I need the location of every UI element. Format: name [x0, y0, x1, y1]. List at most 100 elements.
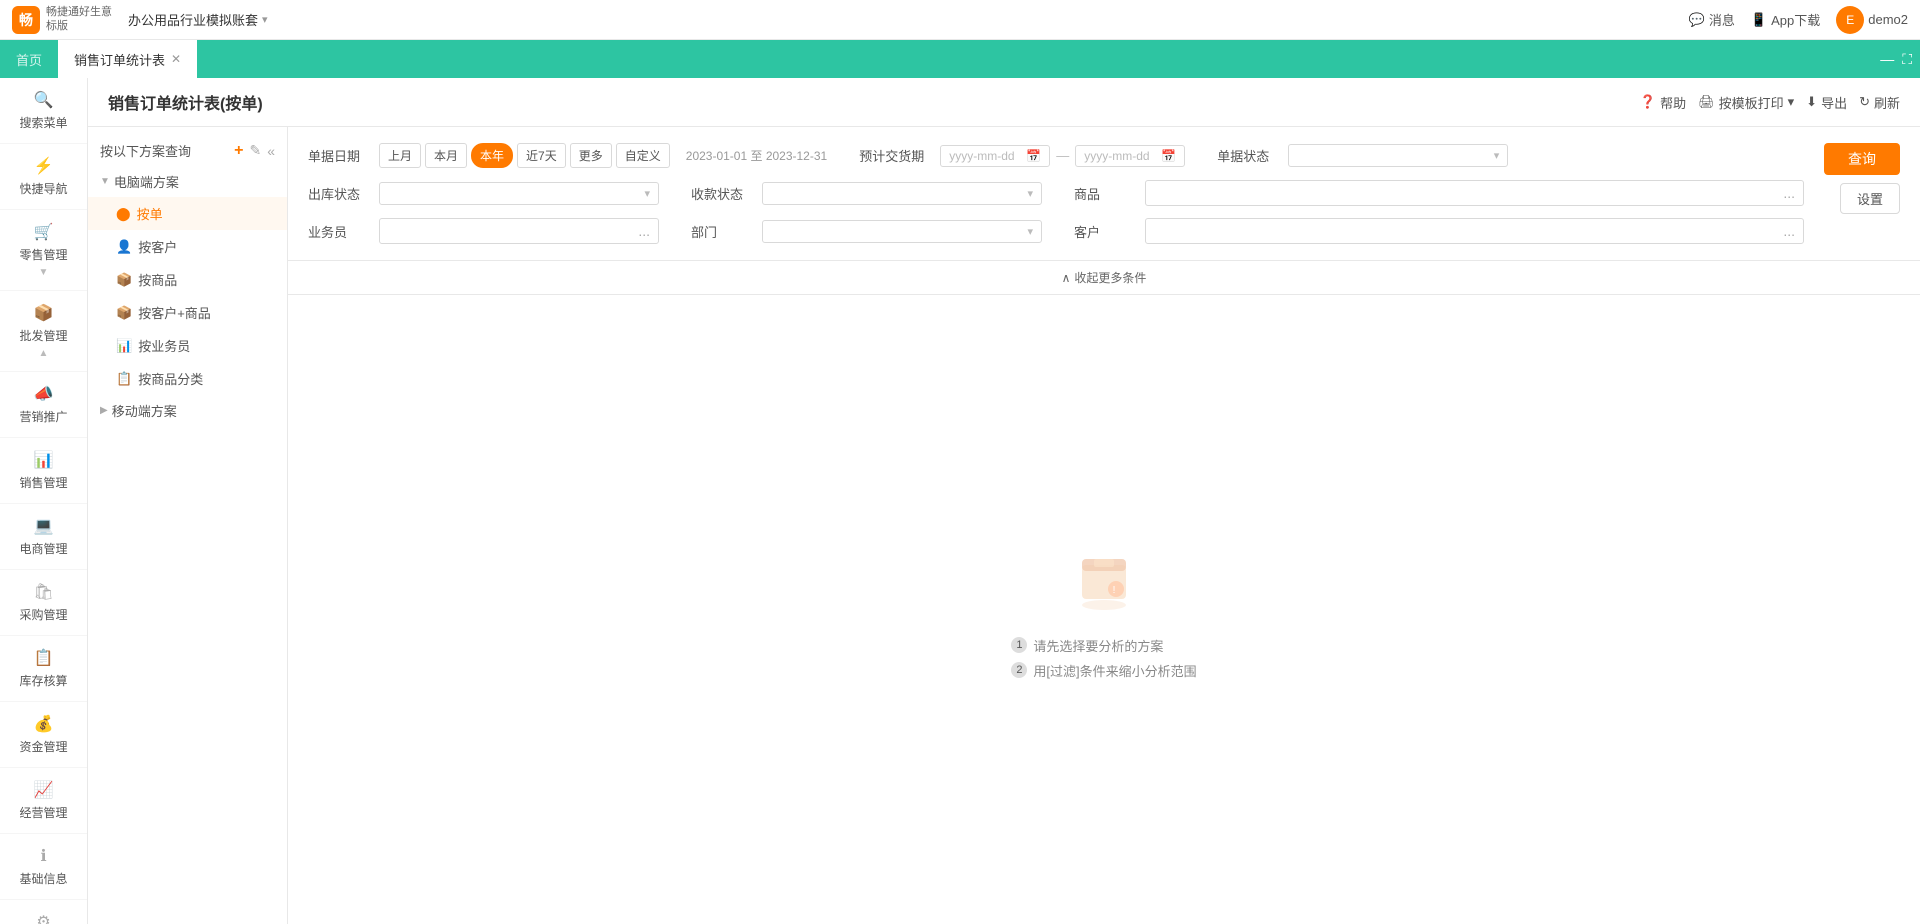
scheme-panel-title: 按以下方案查询: [100, 141, 191, 160]
page-header: 销售订单统计表(按单) ❓ 帮助 🖨 按模板打印 ▾ ⬇ 导出 ↻ 刷新: [88, 78, 1920, 127]
sidebar-item-operations-label: 经营管理: [19, 804, 67, 821]
side-nav: 🔍 搜索菜单 ⚡ 快捷导航 🛒 零售管理 ▼ 📦 批发管理 ▲ 📣 营销推广 📊…: [0, 78, 88, 924]
scheme-panel-header: 按以下方案查询 + ✎ «: [88, 135, 287, 166]
sidebar-item-system[interactable]: ⚙ 系统管理: [0, 900, 87, 924]
payment-status-select[interactable]: ▾: [762, 182, 1042, 205]
message-icon: 💬: [1689, 12, 1705, 28]
content-area: 销售订单统计表(按单) ❓ 帮助 🖨 按模板打印 ▾ ⬇ 导出 ↻ 刷新: [88, 78, 1920, 924]
tip-text-1: 请先选择要分析的方案: [1033, 636, 1163, 655]
calendar-start-icon: 📅: [1026, 149, 1041, 163]
sidebar-item-marketing[interactable]: 📣 营销推广: [0, 372, 87, 438]
date-btn-more[interactable]: 更多: [570, 143, 612, 168]
goods-more-icon[interactable]: ...: [1783, 185, 1795, 201]
tab-bar: 首页 销售订单统计表 ✕ — ⛶: [0, 40, 1920, 78]
predicted-date-end-input[interactable]: yyyy-mm-dd 📅: [1075, 145, 1185, 167]
system-icon: ⚙: [36, 912, 50, 924]
app-download-button[interactable]: 📱 App下载: [1751, 10, 1820, 29]
date-btn-7days[interactable]: 近7天: [517, 143, 566, 168]
tab-expand-icon[interactable]: ⛶: [1902, 51, 1912, 68]
print-button[interactable]: 🖨 按模板打印 ▾: [1698, 93, 1794, 112]
tab-stats[interactable]: 销售订单统计表 ✕: [58, 40, 197, 78]
calendar-end-icon: 📅: [1161, 149, 1176, 163]
by-product-icon: 📦: [116, 272, 132, 288]
scheme-item-by-customer-product[interactable]: 📦 按客户+商品: [88, 296, 287, 329]
empty-state-icon: !: [1064, 537, 1144, 617]
scheme-item-by-customer[interactable]: 👤 按客户: [88, 230, 287, 263]
out-status-select[interactable]: ▾: [379, 182, 659, 205]
scheme-item-by-order[interactable]: ⬤ 按单: [88, 197, 287, 230]
filter-row-person: 业务员 ... 部门 ▾ 客户: [308, 218, 1804, 244]
scheme-group-pc-arrow-icon: ▼: [100, 176, 110, 187]
scheme-group-pc-header[interactable]: ▼ 电脑端方案: [88, 166, 287, 197]
customer-more-icon[interactable]: ...: [1783, 223, 1795, 239]
date-range-display: 2023-01-01 至 2023-12-31: [686, 147, 827, 164]
sidebar-item-basic-info[interactable]: ℹ 基础信息: [0, 834, 87, 900]
scheme-item-by-category[interactable]: 📋 按商品分类: [88, 362, 287, 395]
sidebar-item-wholesale[interactable]: 📦 批发管理 ▲: [0, 291, 87, 372]
sidebar-item-finance[interactable]: 💰 资金管理: [0, 702, 87, 768]
date-btn-this-month[interactable]: 本月: [425, 143, 467, 168]
user-menu[interactable]: E demo2: [1836, 6, 1908, 34]
query-button[interactable]: 查询: [1824, 143, 1900, 175]
tab-stats-label: 销售订单统计表: [74, 50, 165, 69]
scheme-add-icon[interactable]: +: [234, 142, 243, 160]
customer-select[interactable]: ...: [1145, 218, 1804, 244]
sidebar-item-quick-nav[interactable]: ⚡ 快捷导航: [0, 144, 87, 210]
by-category-icon: 📋: [116, 371, 132, 387]
scheme-item-by-category-label: 按商品分类: [138, 369, 203, 388]
dept-select[interactable]: ▾: [762, 220, 1042, 243]
tab-home[interactable]: 首页: [0, 40, 58, 78]
scheme-item-by-product[interactable]: 📦 按商品: [88, 263, 287, 296]
refresh-button[interactable]: ↻ 刷新: [1859, 93, 1900, 112]
scheme-group-pc-label: 电脑端方案: [114, 172, 179, 191]
message-button[interactable]: 💬 消息: [1689, 10, 1735, 29]
collapse-bar: ∧ 收起更多条件: [288, 261, 1920, 295]
collapse-label: 收起更多条件: [1074, 269, 1146, 286]
retail-icon: 🛒: [34, 222, 54, 242]
dept-chevron-icon: ▾: [1027, 225, 1033, 238]
sidebar-item-sales[interactable]: 📊 销售管理: [0, 438, 87, 504]
scheme-group-mobile-label: 移动端方案: [112, 401, 177, 420]
export-button[interactable]: ⬇ 导出: [1806, 93, 1847, 112]
goods-select[interactable]: ...: [1145, 180, 1804, 206]
sidebar-item-wholesale-label: 批发管理: [19, 327, 67, 344]
salesperson-more-icon[interactable]: ...: [638, 223, 650, 239]
empty-area: ! 1 请先选择要分析的方案 2 用[过滤]条件来缩小分析范围: [288, 295, 1920, 924]
tab-minimize-icon[interactable]: —: [1880, 51, 1894, 67]
date-btn-this-year[interactable]: 本年: [471, 143, 513, 168]
date-btn-custom[interactable]: 自定义: [616, 143, 670, 168]
sidebar-item-search-menu[interactable]: 🔍 搜索菜单: [0, 78, 87, 144]
scheme-edit-icon[interactable]: ✎: [249, 142, 261, 159]
scheme-item-by-salesperson[interactable]: 📊 按业务员: [88, 329, 287, 362]
filter-row-date: 单据日期 上月 本月 本年 近7天 更多 自定义 2023-01-01 至 20…: [308, 143, 1804, 168]
sidebar-item-operations[interactable]: 📈 经营管理: [0, 768, 87, 834]
tab-close-icon[interactable]: ✕: [171, 52, 181, 66]
sidebar-item-ecommerce[interactable]: 💻 电商管理: [0, 504, 87, 570]
predicted-date-group: yyyy-mm-dd 📅 — yyyy-mm-dd 📅: [940, 145, 1185, 167]
retail-expand-icon: ▼: [39, 267, 49, 278]
sidebar-item-purchase-label: 采购管理: [19, 606, 67, 623]
message-label: 消息: [1709, 10, 1735, 29]
dept-label: 部门: [691, 222, 746, 241]
predicted-date-start-input[interactable]: yyyy-mm-dd 📅: [940, 145, 1050, 167]
help-button[interactable]: ❓ 帮助: [1640, 93, 1686, 112]
sidebar-item-retail[interactable]: 🛒 零售管理 ▼: [0, 210, 87, 291]
sidebar-item-purchase[interactable]: 🛍 采购管理: [0, 570, 87, 636]
date-separator: —: [1056, 148, 1069, 163]
by-customer-icon: 👤: [116, 239, 132, 255]
tip-num-1: 1: [1011, 637, 1027, 653]
date-btn-last-month[interactable]: 上月: [379, 143, 421, 168]
logo-text: 畅捷通好生意标版: [46, 6, 112, 32]
scheme-panel: 按以下方案查询 + ✎ « ▼ 电脑端方案 ⬤ 按单: [88, 127, 288, 924]
salesperson-select[interactable]: ...: [379, 218, 659, 244]
predicted-date-label: 预计交货期: [859, 146, 924, 165]
sidebar-item-inventory[interactable]: 📋 库存核算: [0, 636, 87, 702]
collapse-button[interactable]: ∧ 收起更多条件: [1062, 269, 1147, 286]
filter-section: 单据日期 上月 本月 本年 近7天 更多 自定义 2023-01-01 至 20…: [288, 127, 1920, 261]
scheme-collapse-icon[interactable]: «: [267, 143, 275, 159]
sidebar-item-finance-label: 资金管理: [19, 738, 67, 755]
status-select[interactable]: ▾: [1288, 144, 1508, 167]
scheme-group-mobile-header[interactable]: ▶ 移动端方案: [88, 395, 287, 426]
print-arrow-icon: ▾: [1788, 94, 1795, 110]
settings-button[interactable]: 设置: [1840, 183, 1900, 214]
